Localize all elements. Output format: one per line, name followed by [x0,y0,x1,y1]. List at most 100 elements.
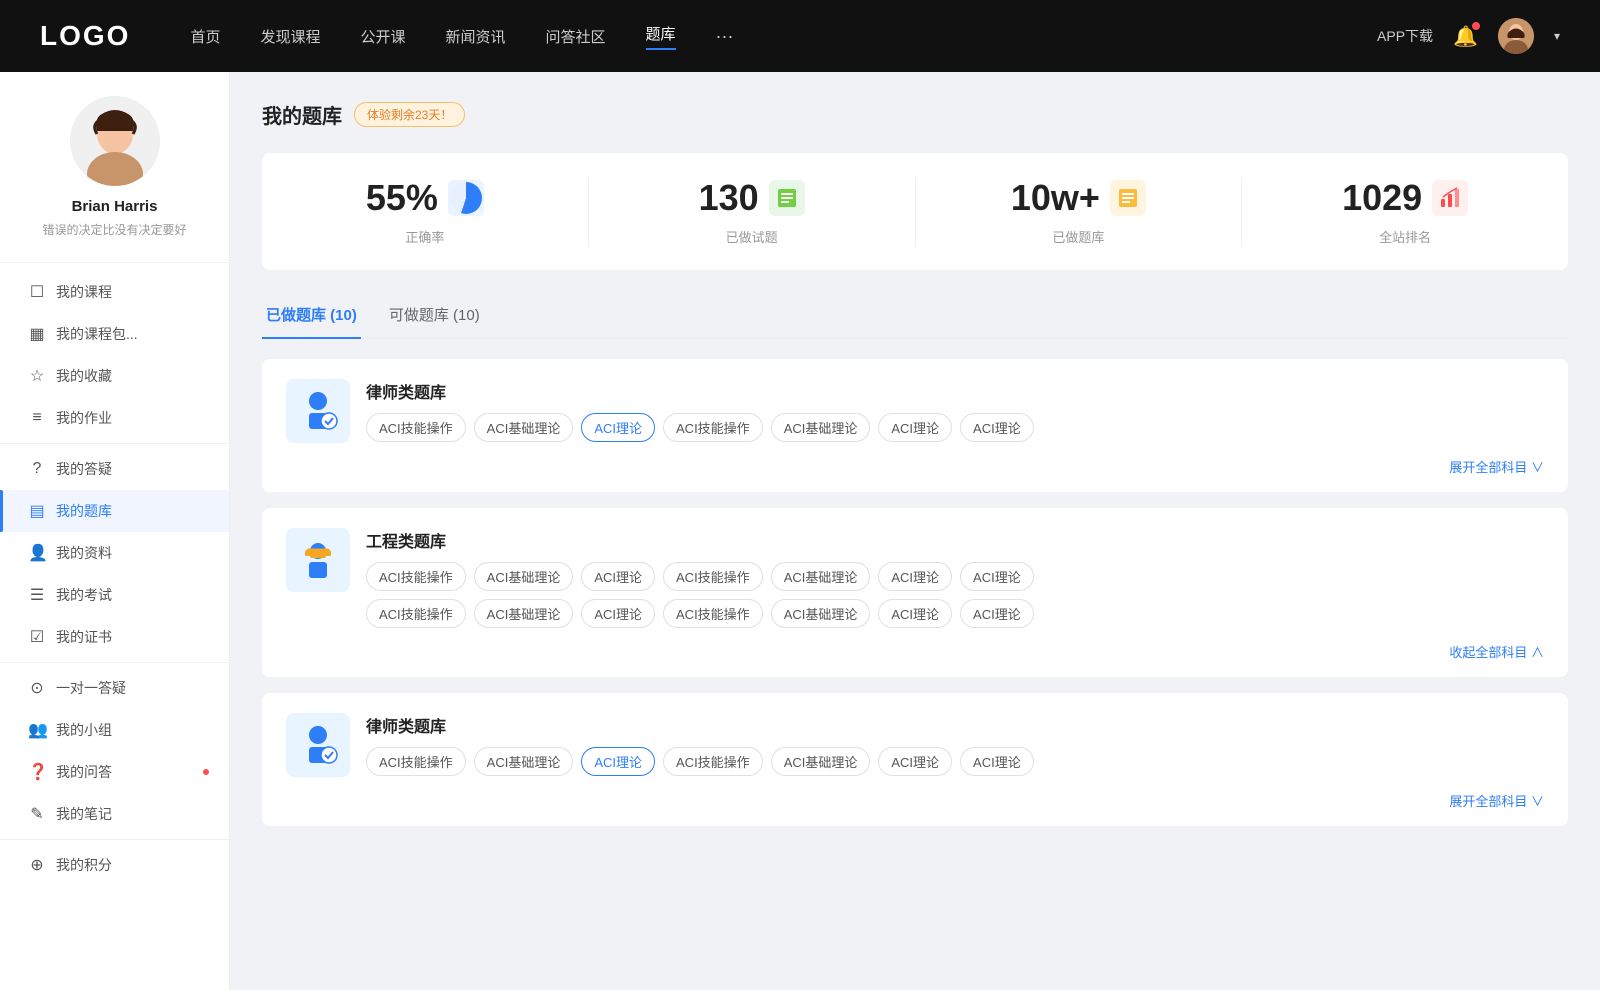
tag-2-0[interactable]: ACI技能操作 [366,562,466,591]
menu-group[interactable]: 👥 我的小组 [0,709,229,751]
menu-one-on-one[interactable]: ⊙ 一对一答疑 [0,667,229,709]
menu-course-package-label: 我的课程包... [56,324,138,344]
course-icon: ☐ [28,282,46,302]
menu-notes[interactable]: ✎ 我的笔记 [0,793,229,835]
profile-avatar[interactable] [70,96,160,186]
menu-qa-session[interactable]: ? 我的答疑 [0,448,229,490]
tag-2-1[interactable]: ACI基础理论 [474,562,574,591]
qbank-name-3: 律师类题库 [366,713,1544,737]
nav-open-course[interactable]: 公开课 [360,26,405,47]
menu-homework-label: 我的作业 [56,408,112,428]
qbank-info-1: 律师类题库 ACI技能操作 ACI基础理论 ACI理论 ACI技能操作 ACI基… [366,379,1544,442]
stat-accuracy-value: 55% [366,177,438,219]
tag-3-1[interactable]: ACI基础理论 [474,747,574,776]
pie-chart-icon [450,182,482,214]
tabs: 已做题库 (10) 可做题库 (10) [262,294,1568,339]
menu-qbank-label: 我的题库 [56,501,112,521]
profile-motto: 错误的决定比没有决定要好 [42,221,186,238]
tab-done-banks[interactable]: 已做题库 (10) [262,294,361,339]
app-download-link[interactable]: APP下载 [1377,26,1433,46]
tag-2-6[interactable]: ACI理论 [960,562,1034,591]
main-nav: LOGO 首页 发现课程 公开课 新闻资讯 问答社区 题库 ··· APP下载 … [0,0,1600,72]
homework-icon: ≡ [28,409,46,427]
menu-homework[interactable]: ≡ 我的作业 [0,397,229,439]
user-menu-chevron[interactable]: ▾ [1554,29,1560,43]
nav-news[interactable]: 新闻资讯 [446,26,506,47]
notification-bell[interactable]: 🔔 [1453,24,1478,49]
expand-btn-3[interactable]: 展开全部科目 ∨ [1449,791,1544,810]
nav-qa[interactable]: 问答社区 [546,26,606,47]
collapse-btn-2[interactable]: 收起全部科目 ∧ [1449,642,1544,661]
main-content: 我的题库 体验剩余23天！ 55% 正确率 130 [230,72,1600,990]
qbank-footer-2: 收起全部科目 ∧ [286,642,1544,661]
stat-site-rank-top: 1029 [1342,177,1468,219]
stat-done-banks: 10w+ 已做题库 [916,177,1243,246]
menu-qbank[interactable]: ▤ 我的题库 [0,490,229,532]
tag-3-6[interactable]: ACI理论 [960,747,1034,776]
menu-divider-3 [0,839,229,840]
tag-2-r2-6[interactable]: ACI理论 [960,599,1034,628]
tag-3-5[interactable]: ACI理论 [878,747,952,776]
qbank-icon-lawyer-1 [286,379,350,443]
nav-discover[interactable]: 发现课程 [260,26,320,47]
tag-1-2[interactable]: ACI理论 [581,413,655,442]
tag-1-3[interactable]: ACI技能操作 [663,413,763,442]
tag-2-r2-2[interactable]: ACI理论 [581,599,655,628]
tab-available-banks[interactable]: 可做题库 (10) [385,294,484,339]
expand-btn-1[interactable]: 展开全部科目 ∨ [1449,457,1544,476]
tag-2-3[interactable]: ACI技能操作 [663,562,763,591]
nav-home[interactable]: 首页 [190,26,220,47]
stat-site-rank-value: 1029 [1342,177,1422,219]
menu-qa-label: 我的答疑 [56,459,112,479]
sidebar-menu: ☐ 我的课程 ▦ 我的课程包... ☆ 我的收藏 ≡ 我的作业 ? 我的答疑 ▤ [0,263,229,894]
nav-more[interactable]: ··· [716,26,734,47]
tag-3-2[interactable]: ACI理论 [581,747,655,776]
stats-bar: 55% 正确率 130 [262,153,1568,270]
tag-2-r2-4[interactable]: ACI基础理论 [771,599,871,628]
menu-points-label: 我的积分 [56,855,112,875]
main-layout: Brian Harris 错误的决定比没有决定要好 ☐ 我的课程 ▦ 我的课程包… [0,72,1600,990]
tag-3-3[interactable]: ACI技能操作 [663,747,763,776]
menu-exam-label: 我的考试 [56,585,112,605]
tag-2-5[interactable]: ACI理论 [878,562,952,591]
tag-2-r2-5[interactable]: ACI理论 [878,599,952,628]
stat-done-questions-top: 130 [699,177,805,219]
tag-2-4[interactable]: ACI基础理论 [771,562,871,591]
stat-accuracy: 55% 正确率 [262,177,589,246]
tag-3-0[interactable]: ACI技能操作 [366,747,466,776]
qbank-name-1: 律师类题库 [366,379,1544,403]
menu-profile[interactable]: 👤 我的资料 [0,532,229,574]
page-header: 我的题库 体验剩余23天！ [262,100,1568,129]
tag-3-4[interactable]: ACI基础理论 [771,747,871,776]
qbank-icon-engineer [286,528,350,592]
tag-1-0[interactable]: ACI技能操作 [366,413,466,442]
stat-accuracy-label: 正确率 [405,227,444,246]
done-banks-icon [1110,180,1146,216]
tag-2-2[interactable]: ACI理论 [581,562,655,591]
tag-2-r2-3[interactable]: ACI技能操作 [663,599,763,628]
cert-icon: ☑ [28,627,46,647]
qbank-card-engineer: 工程类题库 ACI技能操作 ACI基础理论 ACI理论 ACI技能操作 ACI基… [262,508,1568,677]
qbank-footer-1: 展开全部科目 ∨ [286,457,1544,476]
menu-favorites[interactable]: ☆ 我的收藏 [0,355,229,397]
tag-1-6[interactable]: ACI理论 [960,413,1034,442]
menu-my-courses-label: 我的课程 [56,282,112,302]
menu-profile-label: 我的资料 [56,543,112,563]
tag-1-5[interactable]: ACI理论 [878,413,952,442]
qbank-info-3: 律师类题库 ACI技能操作 ACI基础理论 ACI理论 ACI技能操作 ACI基… [366,713,1544,776]
qbank-card-header-1: 律师类题库 ACI技能操作 ACI基础理论 ACI理论 ACI技能操作 ACI基… [286,379,1544,443]
tag-1-4[interactable]: ACI基础理论 [771,413,871,442]
qbank-card-header-3: 律师类题库 ACI技能操作 ACI基础理论 ACI理论 ACI技能操作 ACI基… [286,713,1544,777]
menu-my-courses[interactable]: ☐ 我的课程 [0,271,229,313]
tag-2-r2-0[interactable]: ACI技能操作 [366,599,466,628]
menu-certificate[interactable]: ☑ 我的证书 [0,616,229,658]
user-avatar[interactable] [1498,18,1534,54]
menu-points[interactable]: ⊕ 我的积分 [0,844,229,886]
tag-1-1[interactable]: ACI基础理论 [474,413,574,442]
nav-qbank[interactable]: 题库 [646,23,676,50]
tag-2-r2-1[interactable]: ACI基础理论 [474,599,574,628]
menu-exam[interactable]: ☰ 我的考试 [0,574,229,616]
menu-course-package[interactable]: ▦ 我的课程包... [0,313,229,355]
menu-my-qa[interactable]: ❓ 我的问答 [0,751,229,793]
stat-site-rank: 1029 全站排名 [1242,177,1568,246]
